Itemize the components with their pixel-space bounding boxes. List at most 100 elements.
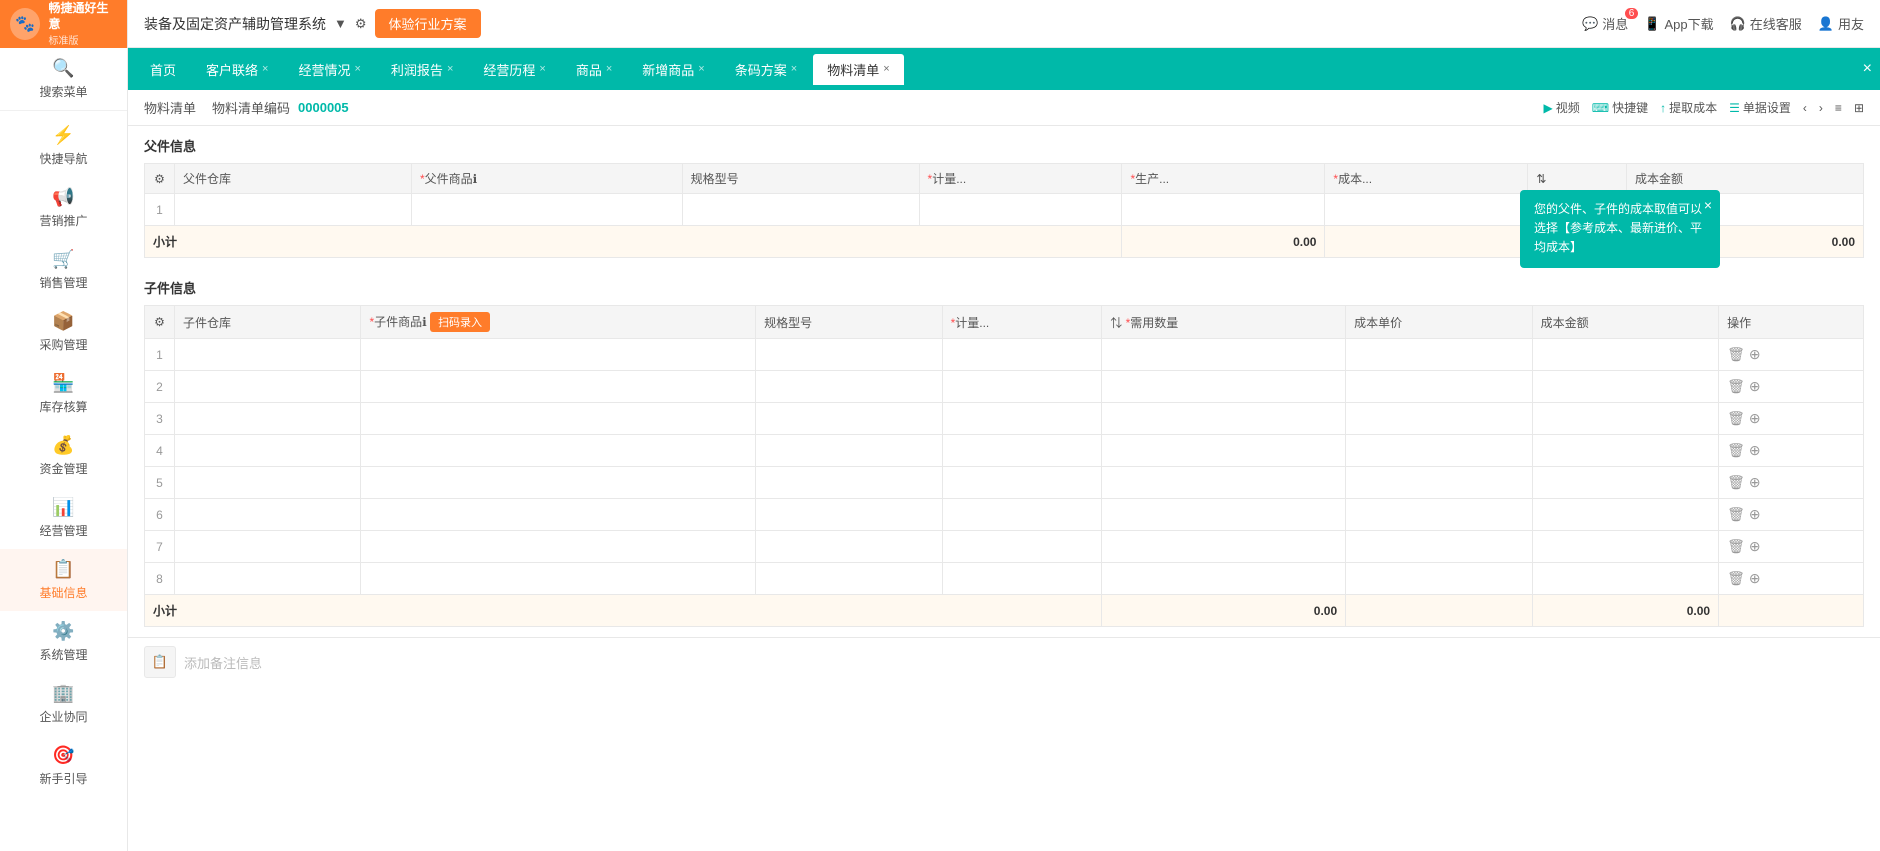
parent-cost-cell[interactable]: [1325, 194, 1528, 226]
nav-prev-button[interactable]: ‹: [1803, 101, 1807, 115]
sidebar-item-system[interactable]: ⚙️ 系统管理: [0, 611, 127, 673]
child-qty-cell[interactable]: [1102, 403, 1346, 435]
sidebar-item-finance[interactable]: 💰 资金管理: [0, 425, 127, 487]
child-product-cell[interactable]: [361, 403, 756, 435]
message-button[interactable]: 💬 6 消息: [1582, 14, 1628, 33]
child-product-cell[interactable]: [361, 563, 756, 595]
tab-profit[interactable]: 利润报告 ×: [377, 54, 467, 85]
copy-icon[interactable]: ⊕: [1749, 442, 1761, 459]
tab-close-icon[interactable]: ×: [447, 63, 453, 75]
extract-cost-tool[interactable]: ↑ 提取成本: [1660, 99, 1717, 116]
sidebar-item-purchase[interactable]: 📦 采购管理: [0, 301, 127, 363]
tab-close-icon[interactable]: ×: [539, 63, 545, 75]
tab-customer[interactable]: 客户联络 ×: [192, 54, 282, 85]
delete-icon[interactable]: 🗑: [1727, 378, 1745, 395]
child-spec-cell[interactable]: [756, 531, 942, 563]
child-unit-cell[interactable]: [942, 435, 1102, 467]
delete-icon[interactable]: 🗑: [1727, 346, 1745, 363]
topbar-dropdown[interactable]: ▼: [334, 16, 347, 31]
child-warehouse-cell[interactable]: [175, 371, 361, 403]
child-warehouse-cell[interactable]: [175, 339, 361, 371]
child-product-cell[interactable]: [361, 435, 756, 467]
child-qty-cell[interactable]: [1102, 563, 1346, 595]
delete-icon[interactable]: 🗑: [1727, 506, 1745, 523]
copy-icon[interactable]: ⊕: [1749, 346, 1761, 363]
tab-bom[interactable]: 物料清单 ×: [813, 54, 903, 85]
child-qty-cell[interactable]: [1102, 467, 1346, 499]
child-unit-cell[interactable]: [942, 339, 1102, 371]
child-unit-cost-cell[interactable]: [1346, 403, 1532, 435]
experience-button[interactable]: 体验行业方案: [375, 9, 481, 38]
child-product-cell[interactable]: [361, 531, 756, 563]
video-tool[interactable]: ▶ 视频: [1544, 99, 1580, 116]
sidebar-item-operations[interactable]: 📊 经营管理: [0, 487, 127, 549]
sidebar-item-guide[interactable]: 🎯 新手引导: [0, 735, 127, 797]
tab-goods[interactable]: 商品 ×: [562, 54, 626, 85]
child-warehouse-cell[interactable]: [175, 531, 361, 563]
tab-close-icon[interactable]: ×: [698, 63, 704, 75]
delete-icon[interactable]: 🗑: [1727, 538, 1745, 555]
child-unit-cost-cell[interactable]: [1346, 371, 1532, 403]
copy-icon[interactable]: ⊕: [1749, 410, 1761, 427]
child-unit-cost-cell[interactable]: [1346, 531, 1532, 563]
tab-close-icon[interactable]: ×: [354, 63, 360, 75]
child-spec-cell[interactable]: [756, 339, 942, 371]
sidebar-item-quick-nav[interactable]: ⚡ 快捷导航: [0, 115, 127, 177]
delete-icon[interactable]: 🗑: [1727, 570, 1745, 587]
child-product-cell[interactable]: [361, 467, 756, 499]
tab-close-icon[interactable]: ×: [883, 63, 889, 75]
parent-unit-cell[interactable]: [919, 194, 1122, 226]
child-spec-cell[interactable]: [756, 563, 942, 595]
scan-input-button[interactable]: 扫码录入: [430, 312, 490, 332]
list-view-button[interactable]: ≡: [1835, 101, 1842, 115]
tab-barcode[interactable]: 条码方案 ×: [721, 54, 811, 85]
tab-operations[interactable]: 经营情况 ×: [284, 54, 374, 85]
sidebar-item-search[interactable]: 🔍 搜索菜单: [0, 48, 127, 111]
tab-history[interactable]: 经营历程 ×: [469, 54, 559, 85]
child-unit-cell[interactable]: [942, 467, 1102, 499]
child-spec-cell[interactable]: [756, 499, 942, 531]
child-unit-cell[interactable]: [942, 563, 1102, 595]
tooltip-close-button[interactable]: ×: [1704, 194, 1712, 216]
child-spec-cell[interactable]: [756, 403, 942, 435]
child-product-cell[interactable]: [361, 499, 756, 531]
child-warehouse-cell[interactable]: [175, 563, 361, 595]
child-qty-cell[interactable]: [1102, 531, 1346, 563]
child-unit-cost-cell[interactable]: [1346, 499, 1532, 531]
sidebar-item-sales[interactable]: 🛒 销售管理: [0, 239, 127, 301]
delete-icon[interactable]: 🗑: [1727, 442, 1745, 459]
nav-next-button[interactable]: ›: [1819, 101, 1823, 115]
sidebar-item-basic-info[interactable]: 📋 基础信息: [0, 549, 127, 611]
sidebar-item-enterprise[interactable]: 🏢 企业协同: [0, 673, 127, 735]
tab-close-icon[interactable]: ×: [606, 63, 612, 75]
sidebar-item-inventory[interactable]: 🏪 库存核算: [0, 363, 127, 425]
tab-new-goods[interactable]: 新增商品 ×: [628, 54, 718, 85]
shortcut-tool[interactable]: ⌨ 快捷键: [1592, 99, 1648, 116]
child-qty-cell[interactable]: [1102, 371, 1346, 403]
parent-spec-cell[interactable]: [682, 194, 919, 226]
tab-close-icon[interactable]: ×: [262, 63, 268, 75]
tab-close-icon[interactable]: ×: [791, 63, 797, 75]
child-unit-cell[interactable]: [942, 403, 1102, 435]
child-qty-cell[interactable]: [1102, 499, 1346, 531]
user-button[interactable]: 👤 用友: [1818, 14, 1864, 33]
child-spec-cell[interactable]: [756, 435, 942, 467]
copy-icon[interactable]: ⊕: [1749, 378, 1761, 395]
child-unit-cell[interactable]: [942, 531, 1102, 563]
app-download-button[interactable]: 📱 App下载: [1644, 14, 1713, 33]
copy-icon[interactable]: ⊕: [1749, 570, 1761, 587]
parent-warehouse-cell[interactable]: [175, 194, 412, 226]
delete-icon[interactable]: 🗑: [1727, 474, 1745, 491]
child-product-cell[interactable]: [361, 371, 756, 403]
child-unit-cost-cell[interactable]: [1346, 339, 1532, 371]
child-unit-cost-cell[interactable]: [1346, 435, 1532, 467]
child-spec-cell[interactable]: [756, 371, 942, 403]
sidebar-item-marketing[interactable]: 📢 营销推广: [0, 177, 127, 239]
child-unit-cell[interactable]: [942, 371, 1102, 403]
child-unit-cost-cell[interactable]: [1346, 467, 1532, 499]
copy-icon[interactable]: ⊕: [1749, 538, 1761, 555]
child-product-cell[interactable]: [361, 339, 756, 371]
child-warehouse-cell[interactable]: [175, 435, 361, 467]
child-spec-cell[interactable]: [756, 467, 942, 499]
child-qty-cell[interactable]: [1102, 339, 1346, 371]
